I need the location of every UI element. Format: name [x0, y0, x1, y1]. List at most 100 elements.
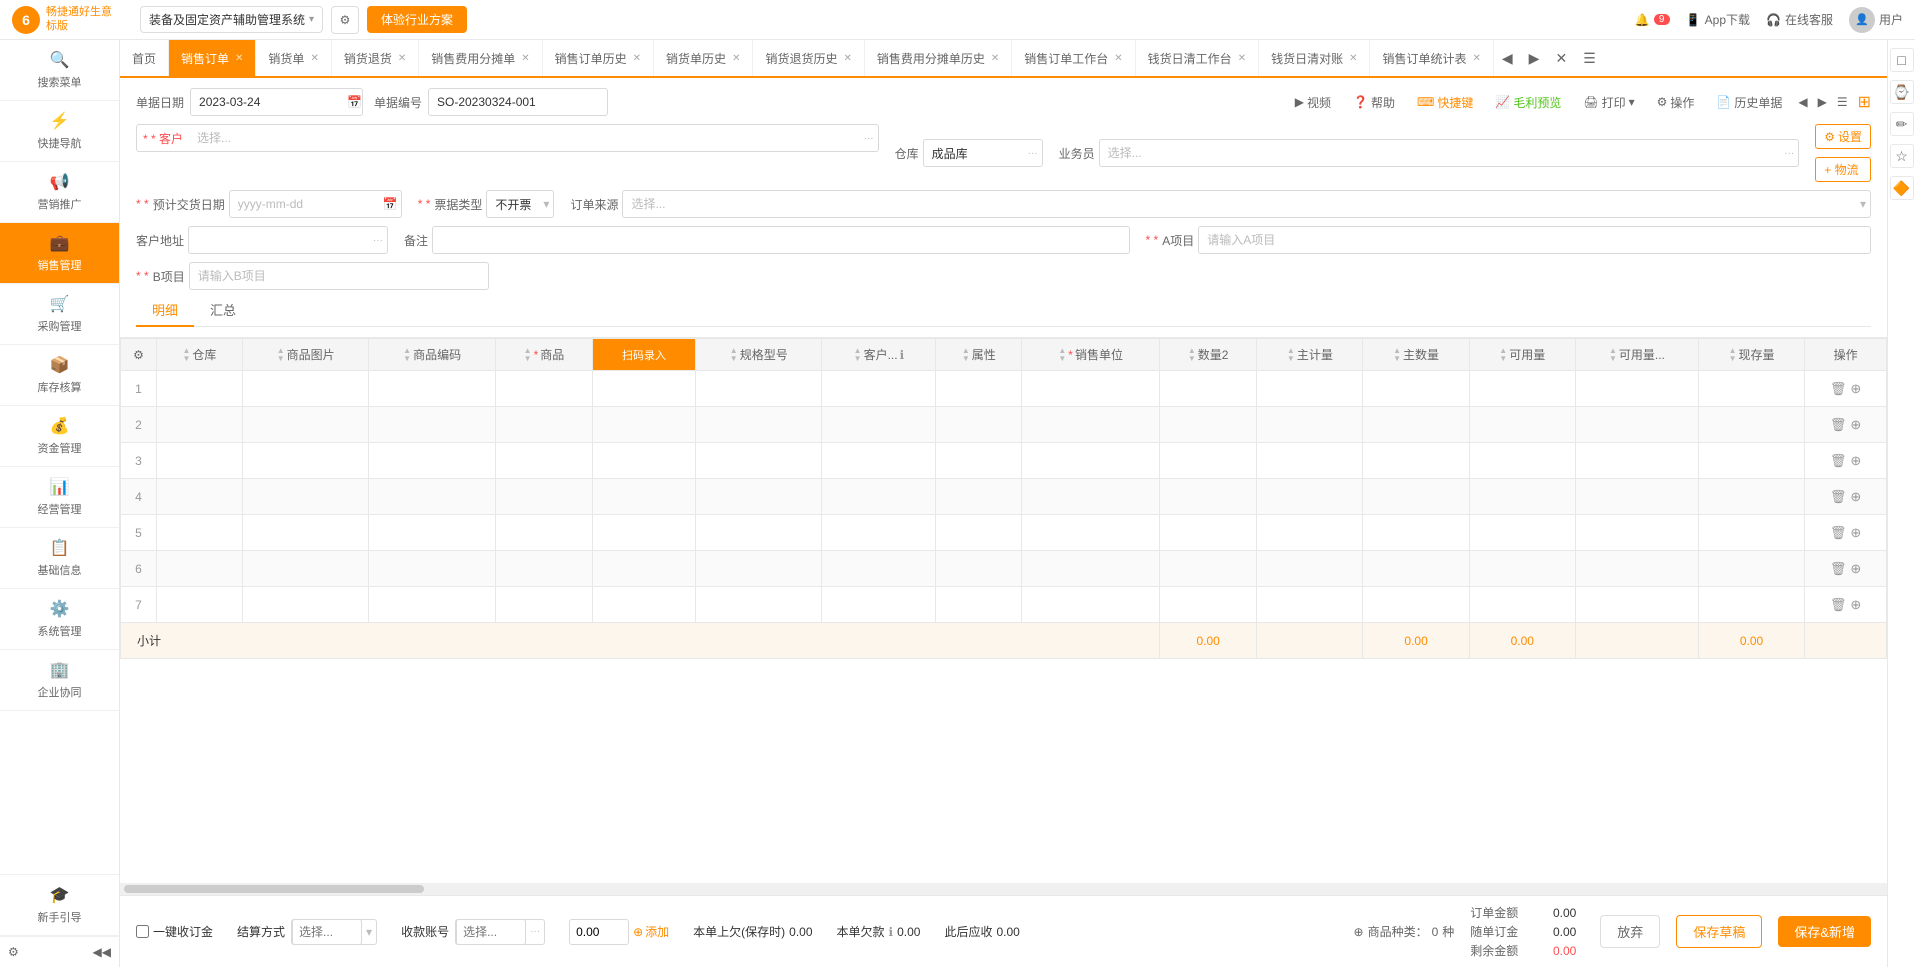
tab-sales-order-history[interactable]: 销售订单历史 ✕ [543, 40, 654, 77]
bank-account-input[interactable] [456, 919, 526, 945]
add-material-button[interactable]: + 物流 [1815, 157, 1871, 182]
view-btn[interactable]: ▶ 视频 [1289, 91, 1337, 114]
copy-row-btn[interactable]: ⊕ [1850, 525, 1861, 541]
history-btn[interactable]: 📄 历史单据 [1710, 91, 1788, 114]
tab-nav-close[interactable]: ✕ [1547, 40, 1575, 77]
sidebar-item-finance[interactable]: 💰 资金管理 [0, 406, 119, 467]
system-name-selector[interactable]: 装备及固定资产辅助管理系统 ▾ [140, 6, 323, 33]
tab-nav-menu[interactable]: ☰ [1575, 40, 1604, 77]
scroll-thumb[interactable] [124, 885, 424, 893]
tab-close-icon[interactable]: ✕ [235, 53, 243, 64]
address-input[interactable] [189, 227, 369, 253]
tab-close-icon[interactable]: ✕ [633, 53, 641, 64]
calendar-icon[interactable]: 📅 [383, 197, 398, 211]
tab-huizong[interactable]: 汇总 [194, 294, 252, 327]
amount-input[interactable] [569, 919, 629, 945]
order-source-input[interactable] [623, 191, 1856, 217]
right-icon-4[interactable]: ☆ [1890, 144, 1914, 168]
sidebar-item-quick-nav[interactable]: ⚡ 快捷导航 [0, 101, 119, 162]
sidebar-item-operations[interactable]: 📊 经营管理 [0, 467, 119, 528]
delete-row-btn[interactable]: 🗑 [1830, 381, 1847, 397]
sidebar-item-sales[interactable]: 💼 销售管理 [0, 223, 119, 284]
tab-nav-right[interactable]: ▶ [1521, 40, 1548, 77]
tab-sales-fee-split[interactable]: 销售费用分摊单 ✕ [419, 40, 542, 77]
tab-sales-order[interactable]: 销售订单 ✕ [169, 40, 256, 77]
sidebar-item-purchase[interactable]: 🛒 采购管理 [0, 284, 119, 345]
table-container[interactable]: ⚙ ▲▼ 仓库 ▲▼ 商品图片 [120, 338, 1887, 883]
calendar-icon[interactable]: 📅 [347, 95, 362, 109]
salesperson-input[interactable] [1100, 140, 1781, 166]
sidebar-item-system[interactable]: ⚙️ 系统管理 [0, 589, 119, 650]
tab-close-icon[interactable]: ✕ [732, 53, 740, 64]
delete-row-btn[interactable]: 🗑 [1830, 525, 1847, 541]
sidebar-item-marketing[interactable]: 📢 营销推广 [0, 162, 119, 223]
solution-button[interactable]: 体验行业方案 [367, 6, 467, 33]
delete-row-btn[interactable]: 🗑 [1830, 597, 1847, 613]
delete-row-btn[interactable]: 🗑 [1830, 417, 1847, 433]
right-icon-5[interactable]: 🔶 [1890, 176, 1914, 200]
tab-close-icon[interactable]: ✕ [398, 53, 406, 64]
tab-sales-refund-history[interactable]: 销货退货历史 ✕ [753, 40, 864, 77]
tab-close-icon[interactable]: ✕ [1114, 53, 1122, 64]
right-icon-2[interactable]: ⌚ [1890, 80, 1914, 104]
b-project-input[interactable] [190, 263, 488, 289]
scroll-bar[interactable] [120, 883, 1887, 895]
tab-sales-order-workbench[interactable]: 销售订单工作台 ✕ [1012, 40, 1135, 77]
delete-row-btn[interactable]: 🗑 [1830, 561, 1847, 577]
tab-sales-fee-history[interactable]: 销售费用分摊单历史 ✕ [865, 40, 1012, 77]
scan-btn[interactable]: 扫码录入 [614, 343, 674, 367]
copy-row-btn[interactable]: ⊕ [1850, 597, 1861, 613]
delete-row-btn[interactable]: 🗑 [1830, 453, 1847, 469]
tab-nav-left[interactable]: ◀ [1494, 40, 1521, 77]
sidebar-item-guide[interactable]: 🎓 新手引导 [0, 874, 119, 936]
warehouse-input[interactable] [924, 140, 1024, 166]
help-btn[interactable]: ❓ 帮助 [1347, 91, 1401, 114]
settings-icon[interactable]: ⚙ [331, 6, 359, 34]
date-input[interactable] [190, 88, 363, 116]
app-download-button[interactable]: 📱 App下载 [1686, 11, 1750, 28]
tab-sales-return[interactable]: 销货单 ✕ [256, 40, 331, 77]
operation-btn[interactable]: ⚙ 操作 [1651, 91, 1701, 114]
copy-row-btn[interactable]: ⊕ [1850, 453, 1861, 469]
copy-row-btn[interactable]: ⊕ [1850, 489, 1861, 505]
right-icon-1[interactable]: □ [1890, 48, 1914, 72]
copy-row-btn[interactable]: ⊕ [1850, 561, 1861, 577]
tab-close-icon[interactable]: ✕ [1238, 53, 1246, 64]
user-menu[interactable]: 👤 用户 [1849, 7, 1903, 33]
save-new-button[interactable]: 保存&新增 [1778, 916, 1871, 947]
salesperson-more-btn[interactable]: ··· [1780, 148, 1798, 159]
tab-close-icon[interactable]: ✕ [521, 53, 529, 64]
tab-sales-order-summary[interactable]: 销售订单统计表 ✕ [1370, 40, 1493, 77]
save-draft-button[interactable]: 保存草稿 [1676, 915, 1762, 948]
copy-row-btn[interactable]: ⊕ [1850, 381, 1861, 397]
tab-cash-daily-workbench[interactable]: 钱货日清工作台 ✕ [1136, 40, 1259, 77]
info-icon[interactable]: ℹ [889, 925, 894, 939]
tab-sales-history[interactable]: 销货单历史 ✕ [654, 40, 753, 77]
customer-input[interactable] [189, 125, 860, 151]
tab-mingxi[interactable]: 明细 [136, 294, 194, 327]
info-icon[interactable]: ℹ [900, 348, 905, 362]
sidebar-collapse-btn[interactable]: ◀◀ [93, 945, 111, 959]
sidebar-settings-btn[interactable]: ⚙ [8, 945, 19, 959]
delivery-date-input[interactable] [229, 190, 402, 218]
address-more-btn[interactable]: ··· [369, 235, 387, 246]
warehouse-more-btn[interactable]: ··· [1024, 148, 1042, 159]
order-no-input[interactable] [428, 88, 608, 116]
remark-input[interactable] [433, 227, 1128, 253]
tab-close-icon[interactable]: ✕ [843, 53, 851, 64]
add-payment-btn[interactable]: ⊕ 添加 [633, 923, 669, 940]
dropdown-icon[interactable]: ▾ [1856, 197, 1870, 211]
profit-preview-btn[interactable]: 📈 毛利预览 [1489, 91, 1567, 114]
right-icon-3[interactable]: ✏ [1890, 112, 1914, 136]
tab-cash-daily-reconcile[interactable]: 钱货日清对账 ✕ [1259, 40, 1370, 77]
tab-close-icon[interactable]: ✕ [1349, 53, 1357, 64]
sidebar-item-enterprise[interactable]: 🏢 企业协同 [0, 650, 119, 711]
tab-close-icon[interactable]: ✕ [310, 53, 318, 64]
online-service-button[interactable]: 🎧 在线客服 [1766, 11, 1833, 28]
sidebar-item-inventory[interactable]: 📦 库存核算 [0, 345, 119, 406]
delete-row-btn[interactable]: 🗑 [1830, 489, 1847, 505]
notice-button[interactable]: 🔔 9 [1635, 13, 1670, 27]
dropdown-icon[interactable]: ▾ [539, 197, 553, 211]
dropdown-icon[interactable]: ▾ [362, 925, 376, 939]
quick-order-checkbox[interactable] [136, 925, 149, 938]
